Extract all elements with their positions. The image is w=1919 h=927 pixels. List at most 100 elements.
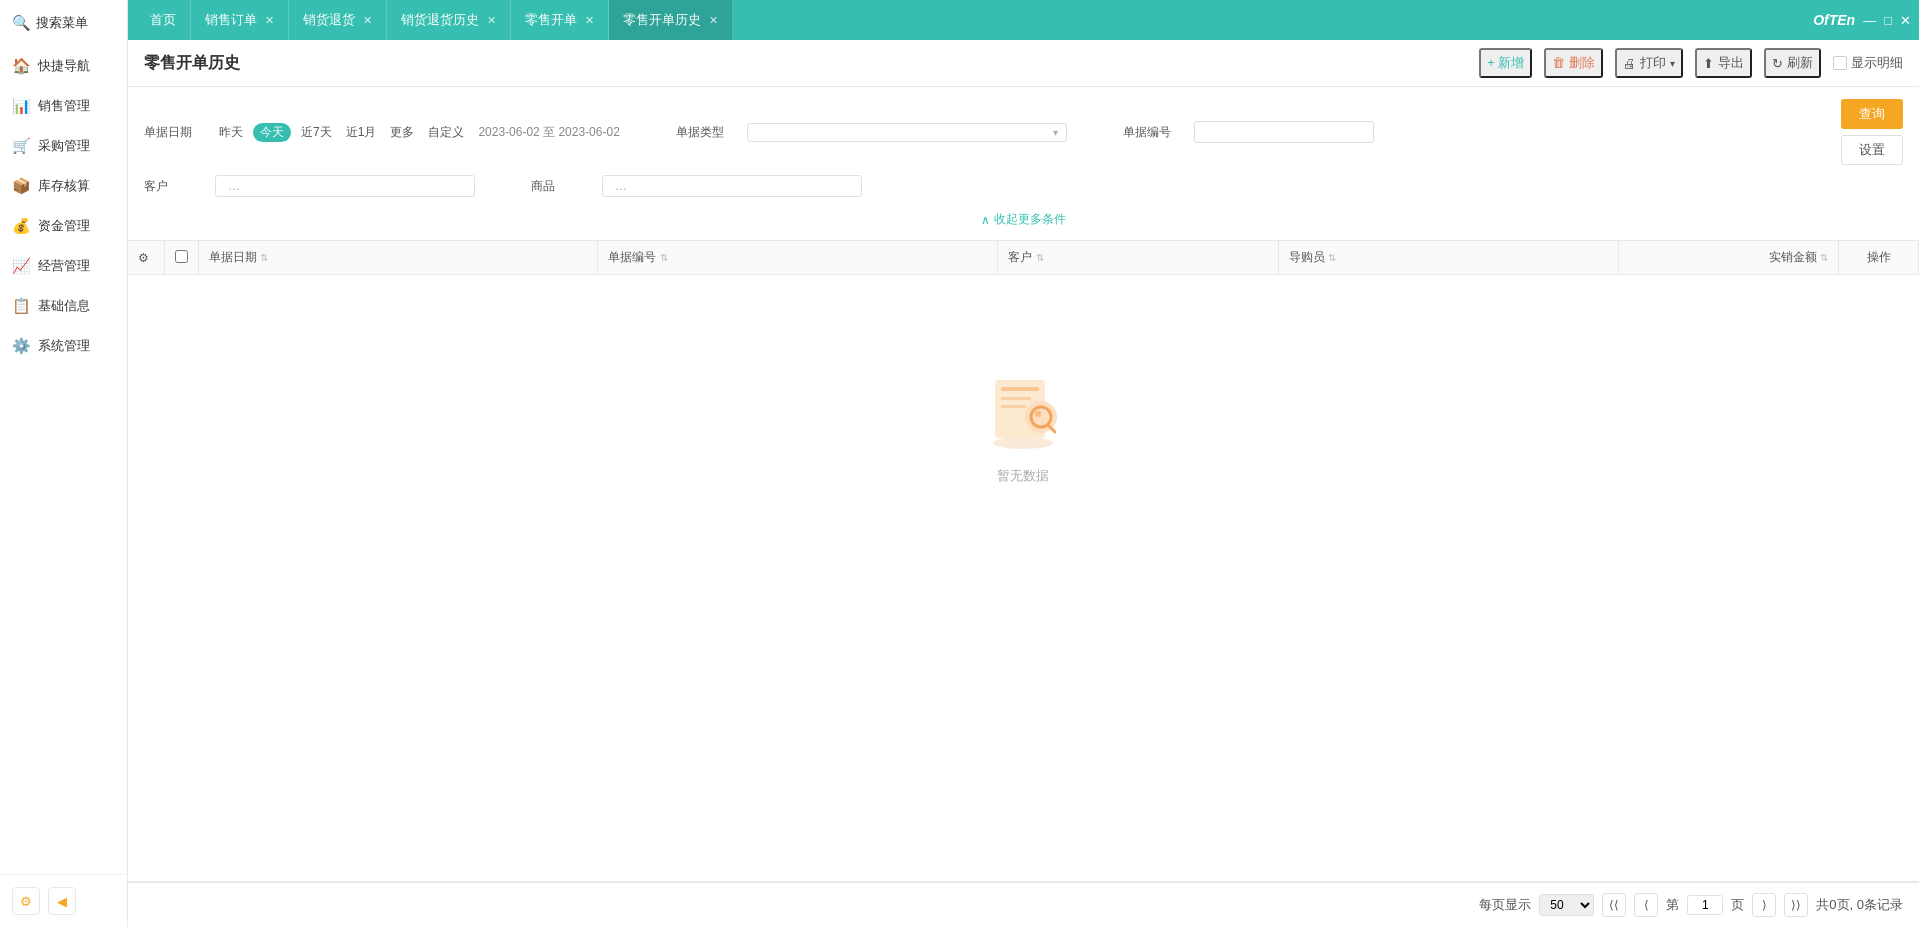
sidebar-item-purchase-mgmt[interactable]: 🛒 采购管理 [0,126,127,166]
collapse-more-btn[interactable]: ∧ 收起更多条件 [144,207,1903,232]
refresh-icon: ↻ [1772,56,1783,71]
tab-retail-open-history-close[interactable]: ✕ [709,14,718,27]
sort-date-icon[interactable]: ⇅ [260,252,268,263]
collapse-sidebar-button[interactable]: ◀ [48,887,76,915]
add-button[interactable]: + 新增 [1479,48,1532,78]
customer-select[interactable]: … [215,175,475,197]
th-settings[interactable]: ⚙ [128,241,164,275]
page-size-select[interactable]: 50 10 20 100 [1539,894,1594,916]
brand-label: OfTEn [1813,12,1855,28]
sidebar-item-basic-info[interactable]: 📋 基础信息 [0,286,127,326]
print-label: 打印 [1640,54,1666,72]
doc-type-label: 单据类型 [676,124,731,141]
tab-sales-return[interactable]: 销货退货 ✕ [289,0,387,40]
select-all-checkbox[interactable] [175,250,188,263]
last-page-button[interactable]: ⟩⟩ [1784,893,1808,917]
th-customer-label: 客户 [1008,250,1032,264]
print-arrow-icon: ▾ [1670,58,1675,69]
shortcut-more[interactable]: 更多 [386,123,418,142]
content: 零售开单历史 + 新增 🗑 删除 🖨 打印 ▾ ⬆ 导出 ↻ 刷新 [128,40,1919,927]
th-amount[interactable]: 实销金额 ⇅ [1619,241,1839,275]
doc-type-select[interactable]: ▾ [747,123,1067,142]
main-area: 首页 销售订单 ✕ 销货退货 ✕ 销货退货历史 ✕ 零售开单 ✕ 零售开单历史 … [128,0,1919,927]
sidebar-bottom: ⚙ ◀ [0,874,127,927]
sidebar-item-operations[interactable]: 📈 经营管理 [0,246,127,286]
sort-doc-no-icon[interactable]: ⇅ [660,252,668,263]
next-page-button[interactable]: ⟩ [1752,893,1776,917]
first-page-button[interactable]: ⟨⟨ [1602,893,1626,917]
data-table: ⚙ 单据日期 ⇅ 单据编号 ⇅ [128,241,1919,565]
show-detail-checkbox[interactable] [1833,56,1847,70]
shortcut-today[interactable]: 今天 [253,123,291,142]
th-doc-no[interactable]: 单据编号 ⇅ [598,241,998,275]
shortcut-custom[interactable]: 自定义 [424,123,468,142]
table-body: 暂无数据 [128,275,1919,566]
chevron-down-icon: ▾ [1053,127,1058,138]
sort-amount-icon[interactable]: ⇅ [1820,252,1828,263]
window-close[interactable]: ✕ [1900,13,1911,28]
sort-customer-icon[interactable]: ⇅ [1036,252,1044,263]
th-checkbox[interactable] [164,241,198,275]
print-button[interactable]: 🖨 打印 ▾ [1615,48,1683,78]
date-range-display: 2023-06-02 至 2023-06-02 [478,124,619,141]
sidebar-item-label: 库存核算 [38,177,90,195]
sidebar-item-finance[interactable]: 💰 资金管理 [0,206,127,246]
shortcut-yesterday[interactable]: 昨天 [215,123,247,142]
page-number-input[interactable] [1687,895,1723,915]
sidebar-item-label: 采购管理 [38,137,90,155]
tab-retail-open[interactable]: 零售开单 ✕ [511,0,609,40]
sort-salesperson-icon[interactable]: ⇅ [1328,252,1336,263]
tab-sales-order[interactable]: 销售订单 ✕ [191,0,289,40]
page-size-label: 每页显示 [1479,896,1531,914]
doc-no-input[interactable] [1194,121,1374,143]
setting-button[interactable]: 设置 [1841,135,1903,165]
th-date[interactable]: 单据日期 ⇅ [198,241,598,275]
customer-label: 客户 [144,178,199,195]
tab-sales-return-history-label: 销货退货历史 [401,11,479,29]
tab-retail-open-label: 零售开单 [525,11,577,29]
goods-ellipsis: … [615,179,849,193]
tab-home[interactable]: 首页 [136,0,191,40]
tab-retail-open-history[interactable]: 零售开单历史 ✕ [609,0,733,40]
goods-select[interactable]: … [602,175,862,197]
collapse-more-label: 收起更多条件 [994,211,1066,228]
th-action-label: 操作 [1867,250,1891,264]
settings-bottom-button[interactable]: ⚙ [12,887,40,915]
page-title: 零售开单历史 [144,53,240,74]
sidebar-item-inventory[interactable]: 📦 库存核算 [0,166,127,206]
table-settings-icon[interactable]: ⚙ [138,251,149,265]
svg-rect-3 [1001,397,1031,400]
sidebar-item-sales-mgmt[interactable]: 📊 销售管理 [0,86,127,126]
th-salesperson[interactable]: 导购员 ⇅ [1278,241,1618,275]
th-customer[interactable]: 客户 ⇅ [998,241,1278,275]
svg-rect-2 [1001,387,1039,391]
sidebar-item-quick-nav[interactable]: 🏠 快捷导航 [0,46,127,86]
prev-page-button[interactable]: ⟨ [1634,893,1658,917]
shortcut-7days[interactable]: 近7天 [297,123,336,142]
window-maximize[interactable]: □ [1884,13,1892,28]
query-button[interactable]: 查询 [1841,99,1903,129]
print-icon: 🖨 [1623,56,1636,71]
empty-state: 暂无数据 [128,275,1919,565]
tab-sales-return-history[interactable]: 销货退货历史 ✕ [387,0,511,40]
tab-retail-open-close[interactable]: ✕ [585,14,594,27]
export-button[interactable]: ⬆ 导出 [1695,48,1752,78]
empty-illustration [973,355,1073,455]
empty-svg-icon [973,355,1073,455]
date-label: 单据日期 [144,124,199,141]
tab-sales-order-close[interactable]: ✕ [265,14,274,27]
sidebar-search[interactable]: 🔍 搜索菜单 [0,0,127,46]
show-detail-toggle[interactable]: 显示明细 [1833,54,1903,72]
refresh-button[interactable]: ↻ 刷新 [1764,48,1821,78]
tab-sales-return-close[interactable]: ✕ [363,14,372,27]
sidebar-item-sys-mgmt[interactable]: ⚙️ 系统管理 [0,326,127,366]
empty-row: 暂无数据 [128,275,1919,566]
toolbar-actions: + 新增 🗑 删除 🖨 打印 ▾ ⬆ 导出 ↻ 刷新 显示明细 [1479,48,1903,78]
delete-button[interactable]: 🗑 删除 [1544,48,1603,78]
shortcut-1month[interactable]: 近1月 [342,123,381,142]
page-unit: 页 [1731,896,1744,914]
svg-rect-4 [1001,405,1026,408]
window-minimize[interactable]: — [1863,13,1876,28]
empty-text: 暂无数据 [997,467,1049,485]
tab-sales-return-history-close[interactable]: ✕ [487,14,496,27]
